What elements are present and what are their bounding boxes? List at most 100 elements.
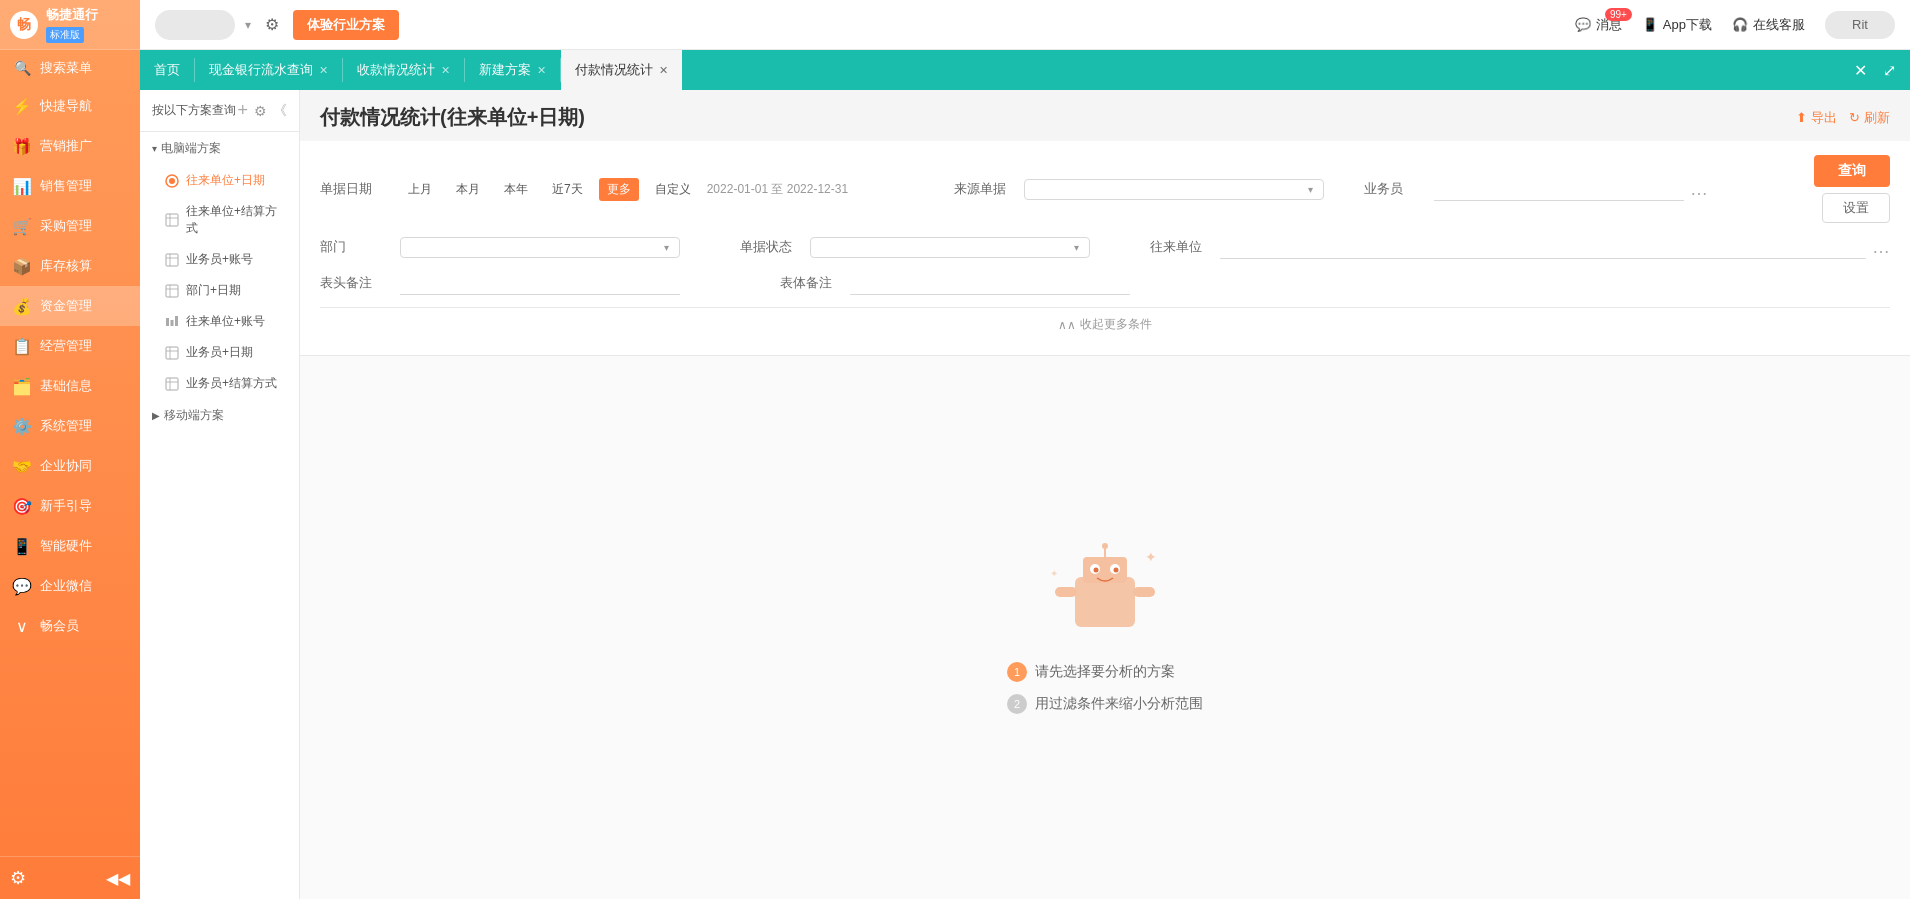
tab-actions: ✕ ⤢ xyxy=(1850,50,1910,90)
scheme-group-mobile-label: 移动端方案 xyxy=(164,407,224,424)
sidebar-item-enterprise[interactable]: 🤝 企业协同 xyxy=(0,446,140,486)
refresh-button[interactable]: ↻ 刷新 xyxy=(1849,109,1890,127)
search-icon: 🔍 xyxy=(12,58,32,78)
source-voucher-group: 来源单据 ▾ xyxy=(954,179,1324,200)
dept-label: 部门 xyxy=(320,238,380,256)
sidebar-item-basicinfo[interactable]: 🗂️ 基础信息 xyxy=(0,366,140,406)
sidebar-settings-icon[interactable]: ⚙ xyxy=(10,867,26,889)
voucher-status-select[interactable]: ▾ xyxy=(810,237,1090,258)
query-button[interactable]: 查询 xyxy=(1814,155,1890,187)
sidebar-item-marketing[interactable]: 🎁 营销推广 xyxy=(0,126,140,166)
scheme-group-mobile-header[interactable]: ▶ 移动端方案 xyxy=(140,399,299,432)
filter-dates: 上月 本月 本年 近7天 更多 自定义 2022-01-01 至 2022-12… xyxy=(400,178,848,201)
staff-more-icon[interactable]: … xyxy=(1684,179,1708,200)
scheme-add-button[interactable]: + xyxy=(237,100,248,121)
scheme-group-pc-header[interactable]: ▾ 电脑端方案 xyxy=(140,132,299,165)
svg-point-25 xyxy=(1114,567,1119,572)
messages-button[interactable]: 💬 消息 99+ xyxy=(1575,16,1622,34)
tabbar: 首页 现金银行流水查询 ✕ 收款情况统计 ✕ 新建方案 ✕ 付款情况统计 ✕ ✕… xyxy=(140,50,1910,90)
date-btn-last-month[interactable]: 上月 xyxy=(400,178,440,201)
body-note-input[interactable] xyxy=(850,271,1130,295)
purchase-label: 采购管理 xyxy=(40,217,92,235)
header-note-input[interactable] xyxy=(400,271,680,295)
trial-button[interactable]: 体验行业方案 xyxy=(293,10,399,40)
scheme-item-unit-date[interactable]: 往来单位+日期 xyxy=(140,165,299,196)
tab-cashflow-close[interactable]: ✕ xyxy=(319,64,328,77)
tab-payment-stat[interactable]: 付款情况统计 ✕ xyxy=(561,50,682,90)
collapse-bar[interactable]: ∧∧ 收起更多条件 xyxy=(320,307,1890,341)
sidebar-footer: ⚙ ◀◀ xyxy=(0,856,140,899)
user-avatar[interactable]: Rit xyxy=(1825,11,1895,39)
operation-label: 经营管理 xyxy=(40,337,92,355)
sidebar-item-hardware[interactable]: 📱 智能硬件 xyxy=(0,526,140,566)
capital-icon: 💰 xyxy=(12,296,32,316)
source-voucher-select[interactable]: ▾ xyxy=(1024,179,1324,200)
sidebar-item-quicknav[interactable]: ⚡ 快捷导航 xyxy=(0,86,140,126)
sidebar-item-system[interactable]: ⚙️ 系统管理 xyxy=(0,406,140,446)
scheme-group-mobile-chevron: ▶ xyxy=(152,410,160,421)
counterpart-input[interactable] xyxy=(1220,235,1866,259)
tab-new-scheme[interactable]: 新建方案 ✕ xyxy=(465,50,560,90)
scheme-group-mobile: ▶ 移动端方案 xyxy=(140,399,299,432)
voucher-status-label: 单据状态 xyxy=(740,238,800,256)
counterpart-more-icon[interactable]: … xyxy=(1866,237,1890,258)
logo-icon: 畅 xyxy=(10,11,38,39)
scheme-item-staff-date-label: 业务员+日期 xyxy=(186,344,253,361)
app-download-button[interactable]: 📱 App下载 xyxy=(1642,16,1712,34)
svg-rect-17 xyxy=(166,378,178,390)
sidebar-item-weixin[interactable]: 💬 企业微信 xyxy=(0,566,140,606)
search-label: 搜索菜单 xyxy=(40,59,92,77)
tab-payment-close[interactable]: ✕ xyxy=(659,64,668,77)
sidebar-item-member[interactable]: ∨ 畅会员 xyxy=(0,606,140,646)
date-btn-this-year[interactable]: 本年 xyxy=(496,178,536,201)
scheme-item-staff-settle[interactable]: 业务员+结算方式 xyxy=(140,368,299,399)
tab-expand-icon[interactable]: ⤢ xyxy=(1879,57,1900,84)
tab-new-scheme-label: 新建方案 xyxy=(479,61,531,79)
sidebar-item-sales[interactable]: 📊 销售管理 xyxy=(0,166,140,206)
scheme-collapse-button[interactable]: 《 xyxy=(273,102,287,120)
tab-close-all-icon[interactable]: ✕ xyxy=(1850,57,1871,84)
filter-settings-button[interactable]: 设置 xyxy=(1822,193,1890,223)
scheme-item-dept-date[interactable]: 部门+日期 xyxy=(140,275,299,306)
tab-payment-label: 付款情况统计 xyxy=(575,61,653,79)
page-header-actions: ⬆ 导出 ↻ 刷新 xyxy=(1796,109,1890,127)
scheme-item-dept-date-label: 部门+日期 xyxy=(186,282,241,299)
sidebar-collapse-icon[interactable]: ◀◀ xyxy=(106,869,130,888)
sidebar-item-purchase[interactable]: 🛒 采购管理 xyxy=(0,206,140,246)
tab-receipt-stat[interactable]: 收款情况统计 ✕ xyxy=(343,50,464,90)
export-button[interactable]: ⬆ 导出 xyxy=(1796,109,1837,127)
message-icon: 💬 xyxy=(1575,17,1591,32)
svg-rect-14 xyxy=(166,347,178,359)
date-btn-more[interactable]: 更多 xyxy=(599,178,639,201)
counterpart-input-area: … xyxy=(1220,235,1890,259)
filter-row-2: 部门 ▾ 单据状态 ▾ 往来单位 xyxy=(320,235,1890,259)
tab-receipt-close[interactable]: ✕ xyxy=(441,64,450,77)
empty-state: ✦ ✦ 1 请先选择要分析的方案 2 用过滤条件来缩小分析范围 xyxy=(300,356,1910,899)
topbar-chevron-icon[interactable]: ▾ xyxy=(245,18,251,32)
search-menu[interactable]: 🔍 搜索菜单 xyxy=(0,50,140,86)
scheme-item-unit-settle[interactable]: 往来单位+结算方式 xyxy=(140,196,299,244)
scheme-group-pc-label: 电脑端方案 xyxy=(161,140,221,157)
sidebar-item-inventory[interactable]: 📦 库存核算 xyxy=(0,246,140,286)
tab-new-scheme-close[interactable]: ✕ xyxy=(537,64,546,77)
date-btn-last7[interactable]: 近7天 xyxy=(544,178,591,201)
scheme-item-unit-account[interactable]: 往来单位+账号 xyxy=(140,306,299,337)
body-note-group: 表体备注 xyxy=(780,271,1890,295)
date-btn-this-month[interactable]: 本月 xyxy=(448,178,488,201)
hardware-label: 智能硬件 xyxy=(40,537,92,555)
date-btn-custom[interactable]: 自定义 xyxy=(647,178,699,201)
sidebar: 畅 畅捷通行 标准版 🔍 搜索菜单 ⚡ 快捷导航 🎁 营销推广 📊 销售管理 🛒… xyxy=(0,0,140,899)
dept-select[interactable]: ▾ xyxy=(400,237,680,258)
tab-cashflow[interactable]: 现金银行流水查询 ✕ xyxy=(195,50,342,90)
sidebar-item-guide[interactable]: 🎯 新手引导 xyxy=(0,486,140,526)
scheme-settings-button[interactable]: ⚙ xyxy=(254,103,267,119)
online-service-button[interactable]: 🎧 在线客服 xyxy=(1732,16,1805,34)
tab-home[interactable]: 首页 xyxy=(140,50,194,90)
logo-char: 畅 xyxy=(17,16,31,34)
topbar-gear-icon[interactable]: ⚙ xyxy=(261,11,283,38)
scheme-item-staff-date[interactable]: 业务员+日期 xyxy=(140,337,299,368)
sidebar-item-operation[interactable]: 📋 经营管理 xyxy=(0,326,140,366)
sidebar-item-capital[interactable]: 💰 资金管理 xyxy=(0,286,140,326)
staff-input[interactable] xyxy=(1434,177,1684,201)
scheme-item-staff-account[interactable]: 业务员+账号 xyxy=(140,244,299,275)
